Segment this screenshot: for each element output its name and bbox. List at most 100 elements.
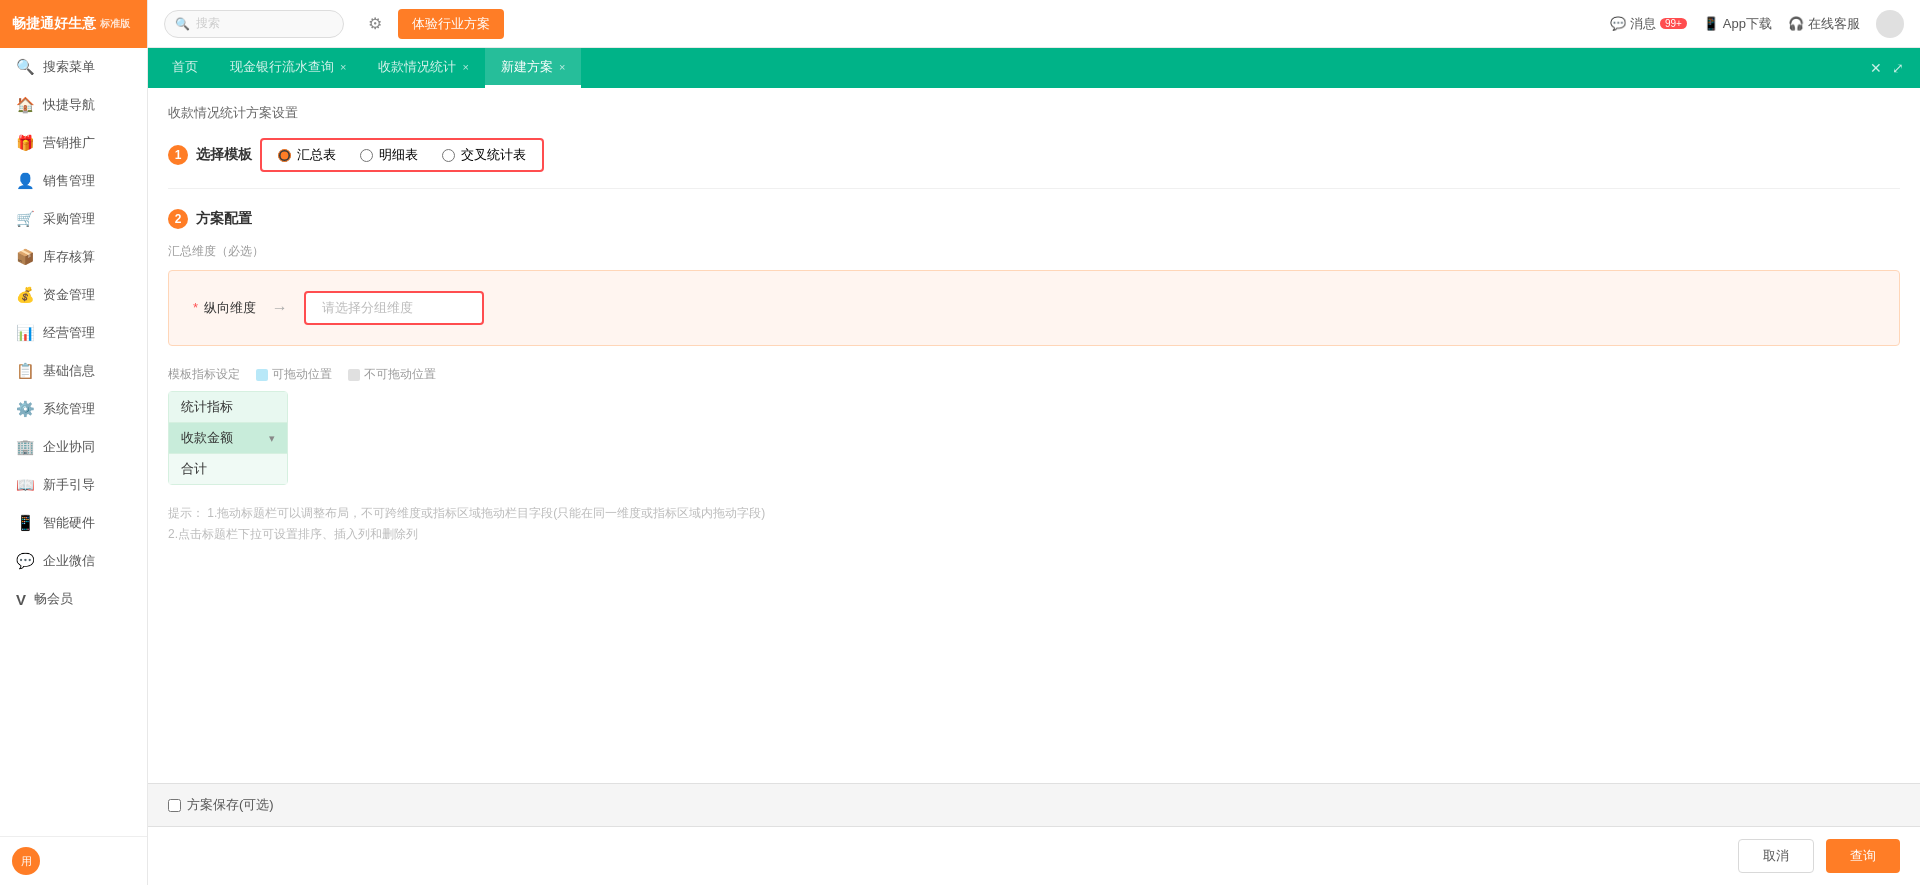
sidebar-label: 采购管理 bbox=[43, 210, 95, 228]
chart-icon: 📊 bbox=[16, 324, 35, 342]
save-checkbox-text: 方案保存(可选) bbox=[187, 796, 274, 814]
draggable-label: 可拖动位置 bbox=[272, 366, 332, 383]
chevron-down-icon[interactable]: ▾ bbox=[269, 432, 275, 445]
search-icon-sm: 🔍 bbox=[175, 17, 190, 31]
user-avatar[interactable] bbox=[1876, 10, 1904, 38]
message-badge: 99+ bbox=[1660, 18, 1687, 29]
column-label: 收款金额 bbox=[181, 429, 233, 447]
required-mark: * bbox=[193, 300, 198, 315]
sidebar-avatar[interactable]: 用 bbox=[12, 847, 40, 875]
sidebar-item-member[interactable]: V 畅会员 bbox=[0, 580, 147, 618]
sidebar-label: 库存核算 bbox=[43, 248, 95, 266]
radio-summary-input[interactable] bbox=[278, 149, 291, 162]
tab-home[interactable]: 首页 bbox=[156, 48, 214, 88]
radio-summary[interactable]: 汇总表 bbox=[278, 146, 336, 164]
vip-icon: V bbox=[16, 591, 26, 608]
save-checkbox-label[interactable]: 方案保存(可选) bbox=[168, 796, 274, 814]
gear-icon: ⚙️ bbox=[16, 400, 35, 418]
dim-vertical-label: * 纵向维度 bbox=[193, 299, 256, 317]
building-icon: 🏢 bbox=[16, 438, 35, 456]
radio-summary-label: 汇总表 bbox=[297, 146, 336, 164]
sidebar-item-search[interactable]: 🔍 搜索菜单 bbox=[0, 48, 147, 86]
section1-title: 选择模板 bbox=[196, 146, 252, 164]
sidebar-logo: 畅捷通好生意 标准版 bbox=[0, 0, 147, 48]
device-icon: 📱 bbox=[16, 514, 35, 532]
tab-newplan[interactable]: 新建方案 × bbox=[485, 48, 581, 88]
tab-label: 现金银行流水查询 bbox=[230, 58, 334, 76]
section1-num: 1 bbox=[168, 145, 188, 165]
fixed-dot bbox=[348, 369, 360, 381]
metrics-grid: 统计指标 收款金额 ▾ 合计 bbox=[168, 391, 288, 485]
sidebar-item-guide[interactable]: 📖 新手引导 bbox=[0, 466, 147, 504]
dim-title-text: 汇总维度（必选） bbox=[168, 244, 264, 258]
gift-icon: 🎁 bbox=[16, 134, 35, 152]
divider1 bbox=[168, 188, 1900, 189]
dim-placeholder: 请选择分组维度 bbox=[322, 300, 413, 315]
radio-detail-label: 明细表 bbox=[379, 146, 418, 164]
sidebar: 畅捷通好生意 标准版 🔍 搜索菜单 🏠 快捷导航 🎁 营销推广 👤 销售管理 🛒… bbox=[0, 0, 148, 885]
page-title: 收款情况统计方案设置 bbox=[168, 104, 1900, 122]
sidebar-item-purchase[interactable]: 🛒 采购管理 bbox=[0, 200, 147, 238]
fixed-label: 不可拖动位置 bbox=[364, 366, 436, 383]
sidebar-item-operations[interactable]: 📊 经营管理 bbox=[0, 314, 147, 352]
footer: 方案保存(可选) bbox=[148, 783, 1920, 826]
message-btn[interactable]: 💬 消息 99+ bbox=[1610, 15, 1687, 33]
sidebar-label: 智能硬件 bbox=[43, 514, 95, 532]
sidebar-label: 经营管理 bbox=[43, 324, 95, 342]
metrics-section: 模板指标设定 可拖动位置 不可拖动位置 统计指标 bbox=[168, 366, 1900, 485]
metrics-grid-header: 统计指标 bbox=[169, 392, 287, 423]
cancel-button[interactable]: 取消 bbox=[1738, 839, 1814, 873]
tip2: 2.点击标题栏下拉可设置排序、插入列和删除列 bbox=[168, 526, 1900, 543]
service-icon: 🎧 bbox=[1788, 16, 1804, 31]
sidebar-item-basics[interactable]: 📋 基础信息 bbox=[0, 352, 147, 390]
sidebar-item-inventory[interactable]: 📦 库存核算 bbox=[0, 238, 147, 276]
dim-row: * 纵向维度 → 请选择分组维度 bbox=[193, 291, 1875, 325]
radio-detail-input[interactable] bbox=[360, 149, 373, 162]
radio-detail[interactable]: 明细表 bbox=[360, 146, 418, 164]
tab-close-cashflow[interactable]: × bbox=[340, 61, 346, 73]
dimension-area: * 纵向维度 → 请选择分组维度 bbox=[168, 270, 1900, 346]
query-button[interactable]: 查询 bbox=[1826, 839, 1900, 873]
section2-num: 2 bbox=[168, 209, 188, 229]
tab-cashflow[interactable]: 现金银行流水查询 × bbox=[214, 48, 362, 88]
sidebar-label: 搜索菜单 bbox=[43, 58, 95, 76]
close-window-icon[interactable]: ✕ bbox=[1870, 60, 1882, 76]
tab-close-newplan[interactable]: × bbox=[559, 61, 565, 73]
service-btn[interactable]: 🎧 在线客服 bbox=[1788, 15, 1860, 33]
sidebar-item-wechat[interactable]: 💬 企业微信 bbox=[0, 542, 147, 580]
app-download-btn[interactable]: 📱 App下载 bbox=[1703, 15, 1772, 33]
industry-btn[interactable]: 体验行业方案 bbox=[398, 9, 504, 39]
radio-cross[interactable]: 交叉统计表 bbox=[442, 146, 526, 164]
sidebar-item-system[interactable]: ⚙️ 系统管理 bbox=[0, 390, 147, 428]
section2-title: 方案配置 bbox=[196, 210, 252, 228]
sidebar-item-quicknav[interactable]: 🏠 快捷导航 bbox=[0, 86, 147, 124]
sidebar-label: 畅会员 bbox=[34, 590, 73, 608]
section2-header: 2 方案配置 bbox=[168, 209, 1900, 229]
message-label: 消息 bbox=[1630, 15, 1656, 33]
sidebar-item-funds[interactable]: 💰 资金管理 bbox=[0, 276, 147, 314]
app-icon: 📱 bbox=[1703, 16, 1719, 31]
sidebar-item-enterprise[interactable]: 🏢 企业协同 bbox=[0, 428, 147, 466]
avatar-initials: 用 bbox=[21, 854, 32, 869]
draggable-indicator: 可拖动位置 bbox=[256, 366, 332, 383]
topbar-right: 💬 消息 99+ 📱 App下载 🎧 在线客服 bbox=[1610, 10, 1904, 38]
sidebar-label: 企业协同 bbox=[43, 438, 95, 456]
sidebar-item-marketing[interactable]: 🎁 营销推广 bbox=[0, 124, 147, 162]
sidebar-label: 营销推广 bbox=[43, 134, 95, 152]
service-label: 在线客服 bbox=[1808, 15, 1860, 33]
sidebar-label: 系统管理 bbox=[43, 400, 95, 418]
save-checkbox[interactable] bbox=[168, 799, 181, 812]
radio-cross-input[interactable] bbox=[442, 149, 455, 162]
tab-close-collection[interactable]: × bbox=[462, 61, 468, 73]
sidebar-item-hardware[interactable]: 📱 智能硬件 bbox=[0, 504, 147, 542]
maximize-icon[interactable]: ⤢ bbox=[1892, 60, 1904, 76]
dim-select[interactable]: 请选择分组维度 bbox=[304, 291, 484, 325]
sidebar-label: 销售管理 bbox=[43, 172, 95, 190]
sidebar-item-sales[interactable]: 👤 销售管理 bbox=[0, 162, 147, 200]
section2: 2 方案配置 汇总维度（必选） * 纵向维度 → 请选择分 bbox=[168, 209, 1900, 543]
tab-collection[interactable]: 收款情况统计 × bbox=[362, 48, 484, 88]
content-area: 收款情况统计方案设置 1 选择模板 汇总表 明细表 交叉统计 bbox=[148, 88, 1920, 885]
metrics-label-row: 模板指标设定 可拖动位置 不可拖动位置 bbox=[168, 366, 1900, 383]
settings-icon[interactable]: ⚙ bbox=[368, 14, 382, 33]
metrics-column-header[interactable]: 收款金额 ▾ bbox=[169, 423, 287, 454]
